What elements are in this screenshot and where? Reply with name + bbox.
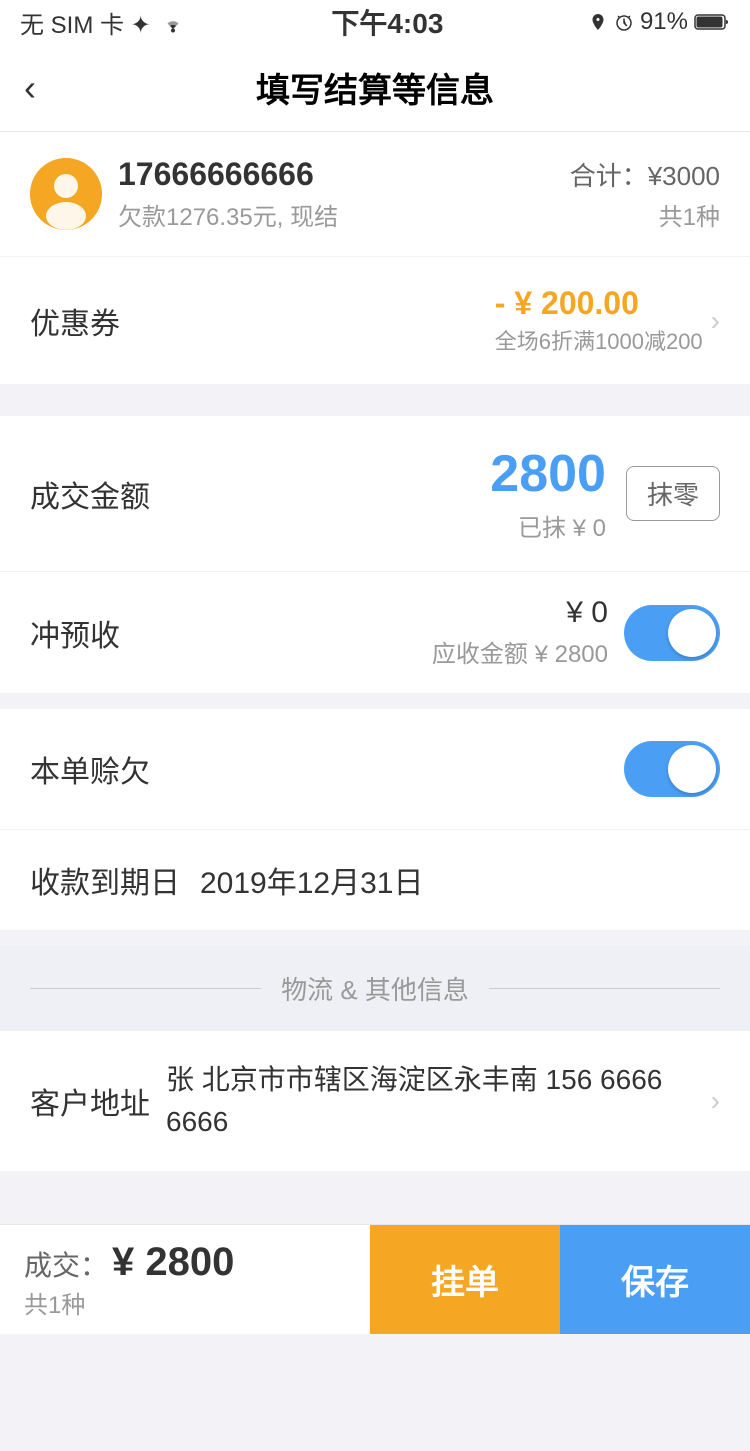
sim-label: 无 SIM 卡 ✦ [20, 5, 151, 40]
debt-toggle[interactable] [624, 741, 720, 797]
wifi-icon [159, 11, 187, 33]
customer-row: 17666666666 欠款1276.35元, 现结 合计：¥3000 共1种 [0, 132, 750, 256]
debt-toggle-knob [668, 745, 716, 793]
prepay-label: 冲预收 [30, 611, 120, 655]
due-date-value: 2019年12月31日 [200, 858, 423, 902]
debt-label: 本单赊欠 [30, 747, 150, 791]
prepay-toggle[interactable] [624, 605, 720, 661]
nav-bar: ‹ 填写结算等信息 [0, 44, 750, 132]
battery-percent: 91% [640, 8, 688, 36]
footer-deal-label: 成交： [24, 1244, 108, 1284]
back-button[interactable]: ‹ [24, 67, 36, 109]
customer-phone: 17666666666 [118, 156, 338, 193]
total-label: 合计：¥3000 [570, 156, 720, 193]
prepay-amount: ¥ 0 [432, 596, 608, 630]
debt-row: 本单赊欠 [0, 709, 750, 829]
save-button[interactable]: 保存 [560, 1225, 750, 1334]
deal-value: 2800 [490, 444, 606, 504]
prepay-sub: 应收金额 ¥ 2800 [432, 634, 608, 669]
coupon-chevron-icon: › [711, 305, 720, 337]
coupon-label: 优惠券 [30, 299, 120, 343]
due-date-label: 收款到期日 [30, 858, 180, 902]
address-label: 客户地址 [30, 1079, 150, 1123]
avatar [30, 158, 102, 230]
customer-info: 17666666666 欠款1276.35元, 现结 [118, 156, 338, 232]
alarm-icon [614, 12, 634, 32]
footer-count: 共1种 [24, 1285, 346, 1320]
total-count: 共1种 [570, 197, 720, 232]
status-right: 91% [588, 8, 730, 36]
deal-sub: 已抹 ¥ 0 [490, 508, 606, 543]
logistics-divider: 物流 & 其他信息 [0, 946, 750, 1031]
deal-right: 2800 已抹 ¥ 0 抹零 [490, 444, 720, 543]
address-row[interactable]: 客户地址 张 北京市市辖区海淀区永丰南 156 6666 6666 › [0, 1031, 750, 1171]
section-gap-1 [0, 400, 750, 416]
location-icon [588, 12, 608, 32]
status-time: 下午4:03 [331, 2, 443, 42]
due-date-row: 收款到期日 2019年12月31日 [0, 829, 750, 930]
customer-debt: 欠款1276.35元, 现结 [118, 197, 338, 232]
deal-label: 成交金额 [30, 472, 150, 516]
customer-left: 17666666666 欠款1276.35元, 现结 [30, 156, 338, 232]
deal-amount-row: 成交金额 2800 已抹 ¥ 0 抹零 [0, 416, 750, 571]
coupon-row[interactable]: 优惠券 - ¥ 200.00 全场6折满1000减200 › [0, 256, 750, 384]
prepay-row: 冲预收 ¥ 0 应收金额 ¥ 2800 [0, 571, 750, 693]
logistics-line-right [489, 988, 720, 989]
logistics-text: 物流 & 其他信息 [261, 970, 489, 1007]
page-title: 填写结算等信息 [256, 63, 494, 112]
footer-info: 成交： ¥ 2800 共1种 [0, 1225, 370, 1334]
coupon-right: - ¥ 200.00 全场6折满1000减200 [495, 285, 703, 356]
address-chevron-icon: › [711, 1085, 720, 1117]
amount-section: 成交金额 2800 已抹 ¥ 0 抹零 冲预收 ¥ 0 应收金额 ¥ 2800 [0, 416, 750, 693]
battery-icon [694, 12, 730, 32]
logistics-line-left [30, 988, 261, 989]
prepay-value-block: ¥ 0 应收金额 ¥ 2800 [432, 596, 608, 669]
hang-button[interactable]: 挂单 [370, 1225, 560, 1334]
coupon-desc: 全场6折满1000减200 [495, 324, 703, 356]
section-gap-2 [0, 693, 750, 709]
round-button[interactable]: 抹零 [626, 466, 720, 521]
status-bar: 无 SIM 卡 ✦ 下午4:03 91% [0, 0, 750, 44]
prepay-right: ¥ 0 应收金额 ¥ 2800 [432, 596, 720, 669]
customer-section: 17666666666 欠款1276.35元, 现结 合计：¥3000 共1种 … [0, 132, 750, 384]
coupon-discount: - ¥ 200.00 [495, 285, 703, 322]
section-gap-3 [0, 930, 750, 946]
footer: 成交： ¥ 2800 共1种 挂单 保存 [0, 1224, 750, 1334]
debt-section: 本单赊欠 收款到期日 2019年12月31日 [0, 709, 750, 930]
customer-total: 合计：¥3000 共1种 [570, 156, 720, 232]
status-left: 无 SIM 卡 ✦ [20, 5, 187, 40]
prepay-toggle-knob [668, 609, 716, 657]
footer-amount: ¥ 2800 [112, 1240, 234, 1285]
address-value: 张 北京市市辖区海淀区永丰南 156 6666 6666 [150, 1059, 711, 1143]
